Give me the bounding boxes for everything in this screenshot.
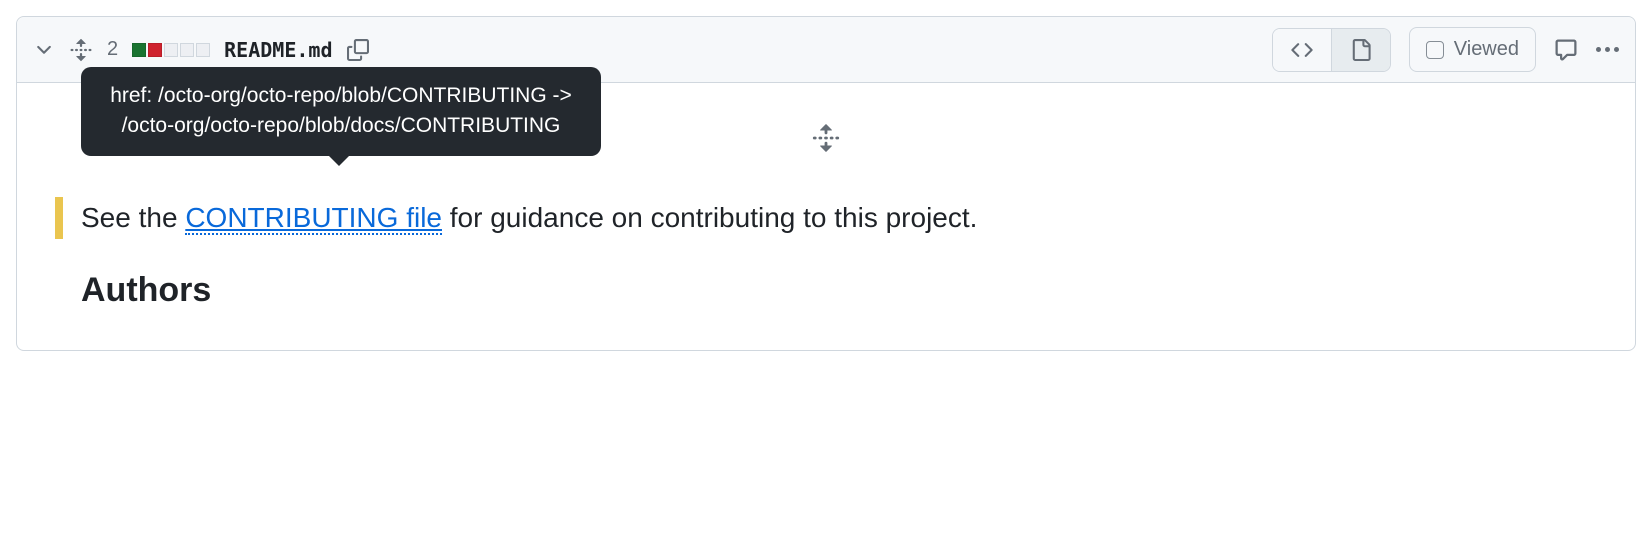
href-diff-tooltip: href: /octo-org/octo-repo/blob/CONTRIBUT… (81, 67, 601, 156)
diffstat-add-block (132, 43, 146, 57)
copy-icon (347, 39, 369, 61)
diffstat-neutral-block (180, 43, 194, 57)
viewed-label: Viewed (1454, 38, 1519, 61)
authors-heading: Authors (17, 243, 1635, 310)
file-diff-box: 2 README.md (16, 16, 1636, 351)
diffstat (132, 43, 210, 57)
collapse-toggle[interactable] (33, 39, 55, 61)
viewed-checkbox[interactable] (1426, 41, 1444, 59)
kebab-dot (1614, 47, 1619, 52)
contributing-link[interactable]: CONTRIBUTING file (185, 202, 442, 235)
comment-button[interactable] (1554, 38, 1578, 62)
unfold-icon (69, 38, 93, 62)
expand-file-button[interactable] (69, 38, 93, 62)
kebab-dot (1605, 47, 1610, 52)
view-mode-toggle (1272, 28, 1391, 72)
file-actions-menu[interactable] (1596, 47, 1619, 52)
change-marker (55, 197, 63, 239)
line-content: href: /octo-org/octo-repo/blob/CONTRIBUT… (81, 197, 977, 239)
source-view-button[interactable] (1273, 29, 1331, 71)
diffstat-neutral-block (196, 43, 210, 57)
file-header-left: 2 README.md (33, 38, 369, 62)
diffstat-del-block (148, 43, 162, 57)
unfold-icon (811, 123, 841, 153)
chevron-down-icon (33, 39, 55, 61)
code-icon (1291, 39, 1313, 61)
copy-path-button[interactable] (347, 39, 369, 61)
change-count: 2 (107, 38, 118, 61)
diff-line-changed: href: /octo-org/octo-repo/blob/CONTRIBUT… (17, 193, 1635, 243)
diffstat-neutral-block (164, 43, 178, 57)
rendered-view-button[interactable] (1331, 29, 1390, 71)
filename[interactable]: README.md (224, 38, 332, 62)
comment-icon (1554, 38, 1578, 62)
file-header-right: Viewed (1272, 27, 1619, 72)
file-body: href: /octo-org/octo-repo/blob/CONTRIBUT… (17, 83, 1635, 350)
kebab-dot (1596, 47, 1601, 52)
viewed-toggle[interactable]: Viewed (1409, 27, 1536, 72)
text-suffix: for guidance on contributing to this pro… (442, 202, 977, 233)
text-prefix: See the (81, 202, 185, 233)
file-icon (1350, 39, 1372, 61)
